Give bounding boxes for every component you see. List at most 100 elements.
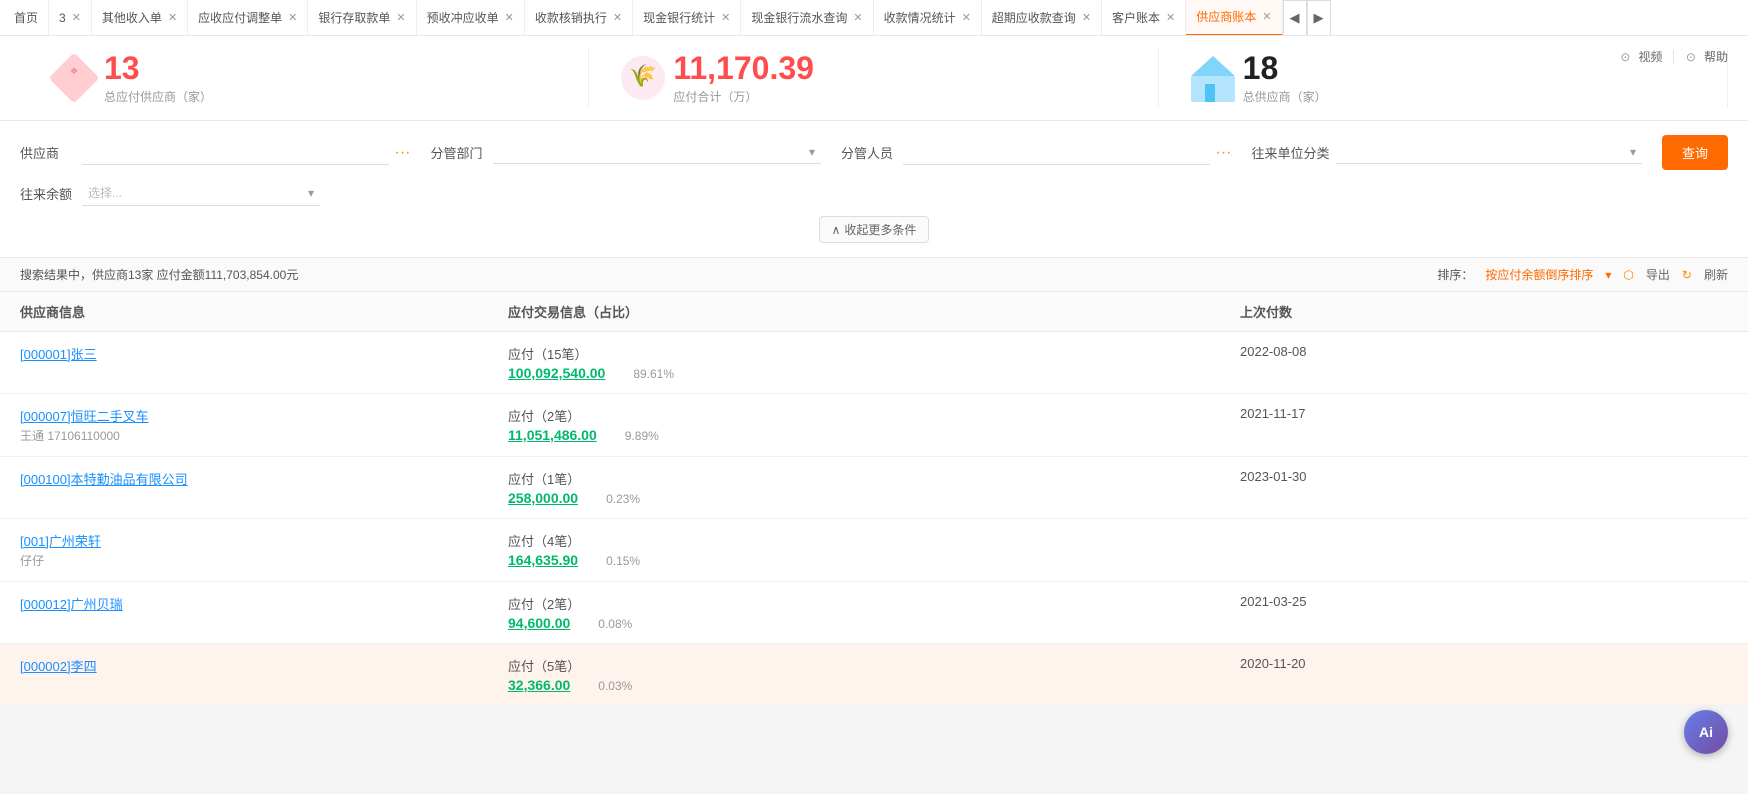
nav-prev-arrow[interactable]: ◀ <box>1283 0 1307 36</box>
supplier-info-3: [000100]本特勤油品有限公司 <box>20 469 508 488</box>
nav-tab-prepay-offset[interactable]: 预收冲应收单 ✕ <box>417 0 525 36</box>
supplier-sub-2: 王通 17106110000 <box>20 427 508 444</box>
nav-tab-label: 超期应收款查询 <box>992 9 1076 26</box>
last-pay-5: 2021-03-25 <box>1240 594 1728 609</box>
nav-tab-bank-deposit[interactable]: 银行存取款单 ✕ <box>308 0 416 36</box>
top-navigation: 首页 3 ✕ 其他收入单 ✕ 应收应付调整单 ✕ 银行存取款单 ✕ 预收冲应收单… <box>0 0 1748 36</box>
nav-tab-supplier-ledger[interactable]: 供应商账本 ✕ <box>1186 0 1282 36</box>
help-link[interactable]: 帮助 <box>1704 48 1728 65</box>
close-icon[interactable]: ✕ <box>613 11 622 24</box>
nav-tab-receipt-verify[interactable]: 收款核销执行 ✕ <box>525 0 633 36</box>
close-icon[interactable]: ✕ <box>1166 11 1175 24</box>
close-icon[interactable]: ✕ <box>1082 11 1091 24</box>
dept-filter-label: 分管部门 <box>431 143 487 162</box>
transaction-info-4: 应付（4笔） 164,635.90 0.15% <box>508 531 1240 568</box>
filter-row-2: 往来余额 选择... ▾ <box>20 180 1728 206</box>
sort-select[interactable]: 按应付余额倒序排序 <box>1485 266 1593 283</box>
close-icon[interactable]: ✕ <box>288 11 297 24</box>
nav-tab-customer-ledger[interactable]: 客户账本 ✕ <box>1102 0 1186 36</box>
store-icon <box>1183 48 1243 108</box>
ap-label-2: 应付（2笔） <box>508 406 1240 425</box>
last-pay-6: 2020-11-20 <box>1240 656 1728 671</box>
ap-amount-4[interactable]: 164,635.90 <box>508 552 578 568</box>
nav-tab-home[interactable]: 首页 <box>4 0 49 36</box>
close-icon[interactable]: ✕ <box>168 11 177 24</box>
ap-amount-5[interactable]: 94,600.00 <box>508 615 570 631</box>
search-button[interactable]: 查询 <box>1662 135 1728 170</box>
close-icon[interactable]: ✕ <box>853 11 862 24</box>
stat-item-suppliers-payable: ❖ 13 总应付供应商（家） <box>20 48 589 108</box>
top-right-links: ⊙ 视频 │ ⊙ 帮助 <box>1620 48 1728 65</box>
ap-label-1: 应付（15笔） <box>508 344 1240 363</box>
supplier-link-5[interactable]: [000012]广州贝瑞 <box>20 597 123 612</box>
ap-label-3: 应付（1笔） <box>508 469 1240 488</box>
nav-tab-label: 现金银行流水查询 <box>751 9 847 26</box>
dept-select[interactable]: ▾ <box>493 141 822 164</box>
supplier-info-1: [000001]张三 <box>20 344 508 363</box>
ap-pct-4: 0.15% <box>606 554 640 568</box>
balance-dropdown-arrow: ▾ <box>308 186 314 200</box>
ai-label: Ai <box>1699 724 1713 740</box>
collapse-button[interactable]: ∧ 收起更多条件 <box>819 216 930 243</box>
col-header-lastpay: 上次付数 <box>1240 302 1728 321</box>
collapse-row: ∧ 收起更多条件 <box>20 216 1728 243</box>
supplier-link-3[interactable]: [000100]本特勤油品有限公司 <box>20 472 188 487</box>
close-icon[interactable]: ✕ <box>1262 10 1271 23</box>
export-icon: ⬡ <box>1623 268 1633 282</box>
nav-tab-cash-flow[interactable]: 现金银行流水查询 ✕ <box>741 0 873 36</box>
transaction-info-3: 应付（1笔） 258,000.00 0.23% <box>508 469 1240 506</box>
export-button[interactable]: 导出 <box>1646 266 1670 283</box>
collapse-label: 收起更多条件 <box>844 221 916 238</box>
supplier-filter-label: 供应商 <box>20 143 76 162</box>
nav-tab-receipt-stat[interactable]: 收款情况统计 ✕ <box>874 0 982 36</box>
nav-tab-overdue-ar[interactable]: 超期应收款查询 ✕ <box>982 0 1102 36</box>
filter-supplier: 供应商 ··· <box>20 141 411 165</box>
category-select[interactable]: ▾ <box>1336 141 1642 164</box>
nav-tab-label: 现金银行统计 <box>643 9 715 26</box>
stat-number-3: 18 <box>1243 52 1327 84</box>
filter-category: 往来单位分类 ▾ <box>1252 141 1643 164</box>
refresh-button[interactable]: 刷新 <box>1704 266 1728 283</box>
ap-amount-1[interactable]: 100,092,540.00 <box>508 365 605 381</box>
close-icon[interactable]: ✕ <box>505 11 514 24</box>
supplier-link-4[interactable]: [001]广州荣轩 <box>20 534 101 549</box>
nav-tab-label: 首页 <box>14 9 38 26</box>
close-icon[interactable]: ✕ <box>962 11 971 24</box>
balance-select[interactable]: 选择... ▾ <box>82 180 320 206</box>
nav-tab-cash-stat[interactable]: 现金银行统计 ✕ <box>633 0 741 36</box>
nav-tab-other-income[interactable]: 其他收入单 ✕ <box>92 0 188 36</box>
nav-tab-3[interactable]: 3 ✕ <box>49 0 92 36</box>
stats-bar: ❖ 13 总应付供应商（家） 🌾 11,170.39 应付合计（万） 18 总供… <box>0 36 1748 121</box>
close-icon[interactable]: ✕ <box>721 11 730 24</box>
supplier-dots-icon[interactable]: ··· <box>395 144 411 162</box>
supplier-input[interactable] <box>82 141 389 165</box>
supplier-link-1[interactable]: [000001]张三 <box>20 347 97 362</box>
category-filter-label: 往来单位分类 <box>1252 143 1330 162</box>
nav-tab-ar-ap-adjust[interactable]: 应收应付调整单 ✕ <box>188 0 308 36</box>
ai-button[interactable]: Ai <box>1684 710 1728 754</box>
person-input[interactable] <box>903 141 1210 165</box>
ap-amount-2[interactable]: 11,051,486.00 <box>508 427 597 443</box>
supplier-link-6[interactable]: [000002]李四 <box>20 659 97 674</box>
supplier-link-2[interactable]: [000007]恒旺二手叉车 <box>20 409 149 424</box>
table-row: [000012]广州贝瑞 应付（2笔） 94,600.00 0.08% 2021… <box>0 582 1748 644</box>
sort-dropdown-arrow[interactable]: ▾ <box>1605 268 1611 282</box>
sort-label: 排序： <box>1437 266 1473 283</box>
stat-item-ap-total: 🌾 11,170.39 应付合计（万） <box>589 48 1158 108</box>
nav-tab-label: 其他收入单 <box>102 9 162 26</box>
close-icon[interactable]: ✕ <box>396 11 405 24</box>
ap-amount-6[interactable]: 32,366.00 <box>508 677 570 693</box>
person-dots-icon[interactable]: ··· <box>1216 144 1232 162</box>
transaction-info-1: 应付（15笔） 100,092,540.00 89.61% <box>508 344 1240 381</box>
table-row: [000001]张三 应付（15笔） 100,092,540.00 89.61%… <box>0 332 1748 394</box>
supplier-info-5: [000012]广州贝瑞 <box>20 594 508 613</box>
balance-filter-label: 往来余额 <box>20 184 76 203</box>
supplier-info-2: [000007]恒旺二手叉车 王通 17106110000 <box>20 406 508 444</box>
close-icon[interactable]: ✕ <box>72 11 81 24</box>
ap-amount-3[interactable]: 258,000.00 <box>508 490 578 506</box>
nav-next-arrow[interactable]: ▶ <box>1307 0 1331 36</box>
ap-pct-6: 0.03% <box>598 679 632 693</box>
stat-label-2: 应付合计（万） <box>673 88 814 105</box>
video-link[interactable]: 视频 <box>1638 48 1662 65</box>
ap-label-4: 应付（4笔） <box>508 531 1240 550</box>
